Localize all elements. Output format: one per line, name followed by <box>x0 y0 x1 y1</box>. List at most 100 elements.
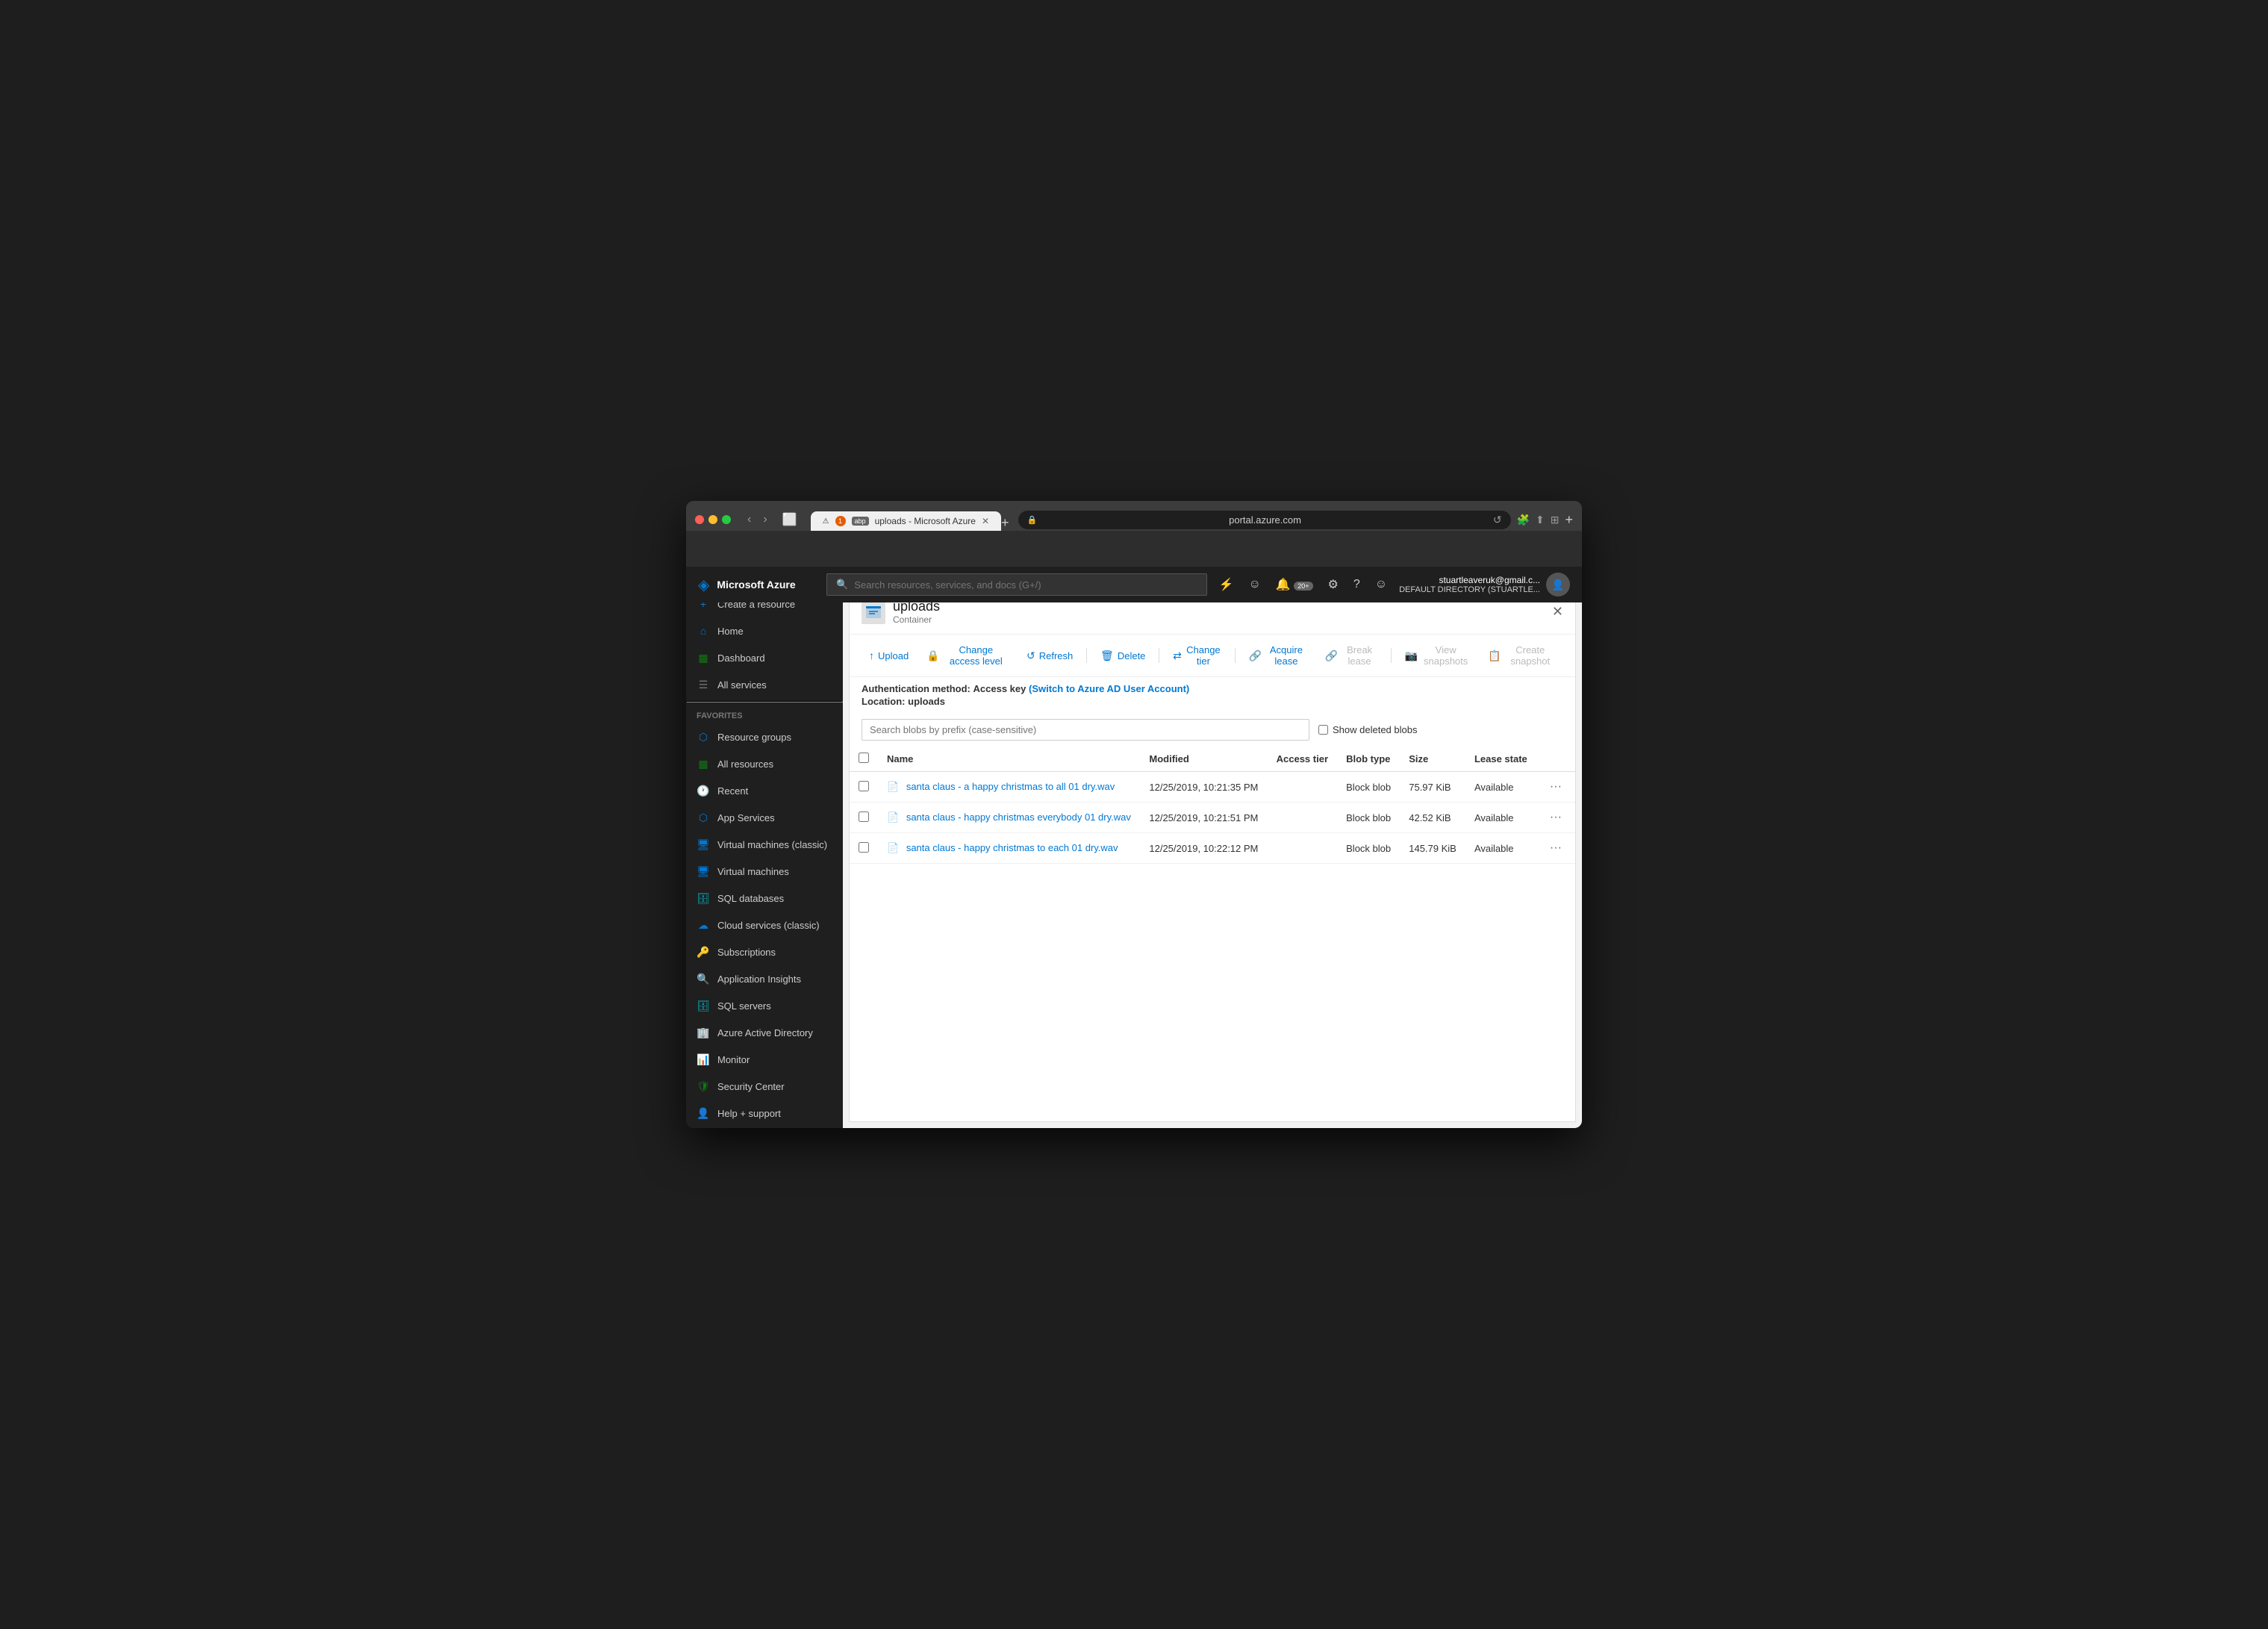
sidebar-item-all-resources[interactable]: ▦ All resources <box>686 750 843 777</box>
auth-method-link[interactable]: (Switch to Azure AD User Account) <box>1029 683 1189 694</box>
sidebar-item-all-services[interactable]: ☰ All services <box>686 671 843 698</box>
col-blob-type[interactable]: Blob type <box>1337 747 1400 772</box>
search-input[interactable] <box>854 579 1197 591</box>
blob-table-body: 📄 santa claus - a happy christmas to all… <box>850 772 1575 864</box>
blob-name-link-1[interactable]: santa claus - happy christmas everybody … <box>906 812 1131 823</box>
sidebar-item-label: Application Insights <box>717 974 801 985</box>
tab-extension-badge: abp <box>852 517 869 526</box>
sidebar-item-app-services[interactable]: ⬡ App Services <box>686 804 843 831</box>
break-lease-button[interactable]: 🔗 Break lease <box>1318 641 1385 670</box>
blob-table: Name Modified Access tier Blob type Size… <box>850 747 1575 1121</box>
break-lease-icon: 🔗 <box>1325 650 1338 662</box>
sidebar-item-help-support[interactable]: 👤 Help + support <box>686 1100 843 1127</box>
sidebar-item-monitor[interactable]: 📊 Monitor <box>686 1046 843 1073</box>
new-window-button[interactable]: + <box>1565 512 1573 528</box>
change-tier-icon: ⇄ <box>1173 650 1182 662</box>
create-snapshot-button[interactable]: 📋 Create snapshot <box>1480 641 1563 670</box>
active-tab[interactable]: ⚠ 1 abp uploads - Microsoft Azure ✕ <box>811 511 1001 531</box>
row-checkbox-2[interactable] <box>859 842 869 853</box>
refresh-button[interactable]: ↺ <box>1493 514 1502 526</box>
minimize-button[interactable] <box>708 515 717 524</box>
sidebar-item-cloud-services[interactable]: ☁ Cloud services (classic) <box>686 912 843 938</box>
sidebar-item-label: Virtual machines (classic) <box>717 839 827 850</box>
sidebar-item-application-insights[interactable]: 🔍 Application Insights <box>686 965 843 992</box>
row-checkbox-0[interactable] <box>859 781 869 791</box>
azure-logo-area: ◈ Microsoft Azure <box>698 576 817 594</box>
acquire-lease-button[interactable]: 🔗 Acquire lease <box>1242 641 1315 670</box>
row-blob-type-2: Block blob <box>1337 833 1400 864</box>
sidebar-item-virtual-machines[interactable]: 🖥 Virtual machines <box>686 858 843 885</box>
settings-button[interactable]: ⚙ <box>1325 574 1342 595</box>
sidebar-item-vm-classic[interactable]: 🖥 Virtual machines (classic) <box>686 831 843 858</box>
view-snapshots-icon: 📷 <box>1405 650 1418 662</box>
panel-close-button[interactable]: ✕ <box>1552 604 1563 620</box>
col-modified[interactable]: Modified <box>1140 747 1267 772</box>
user-area[interactable]: stuartleaveruk@gmail.c... DEFAULT DIRECT… <box>1399 573 1570 597</box>
row-blob-type-0: Block blob <box>1337 772 1400 803</box>
sidebar-item-resource-groups[interactable]: ⬡ Resource groups <box>686 723 843 750</box>
sidebar-item-advisor[interactable]: ⭐ Advisor <box>686 1127 843 1128</box>
lock-icon: 🔒 <box>1027 515 1038 525</box>
upload-button[interactable]: ↑ Upload <box>862 646 916 665</box>
blob-search-input[interactable] <box>862 719 1309 741</box>
table-header: Name Modified Access tier Blob type Size… <box>850 747 1575 772</box>
show-deleted-label[interactable]: Show deleted blobs <box>1318 724 1417 735</box>
col-lease-state[interactable]: Lease state <box>1465 747 1536 772</box>
row-lease-state-2: Available <box>1465 833 1536 864</box>
sidebar-item-sql-databases[interactable]: 🗄 SQL databases <box>686 885 843 912</box>
col-access-tier[interactable]: Access tier <box>1268 747 1338 772</box>
blob-name-link-0[interactable]: santa claus - a happy christmas to all 0… <box>906 781 1115 792</box>
create-snapshot-icon: 📋 <box>1488 650 1501 662</box>
maximize-button[interactable] <box>722 515 731 524</box>
azure-logo-icon: ◈ <box>698 576 709 594</box>
help-button[interactable]: ? <box>1350 575 1363 594</box>
extensions-button[interactable]: 🧩 <box>1517 514 1530 526</box>
feedback-button[interactable]: ☺ <box>1246 575 1264 594</box>
add-tab-button[interactable]: + <box>1001 515 1009 531</box>
refresh-button[interactable]: ↺ Refresh <box>1019 646 1080 666</box>
row-more-2: ··· <box>1536 833 1575 864</box>
all-resources-icon: ▦ <box>697 757 710 770</box>
sidebar-item-azure-ad[interactable]: 🏢 Azure Active Directory <box>686 1019 843 1046</box>
more-options-button-1[interactable]: ··· <box>1545 809 1566 826</box>
new-tab-button[interactable]: ⊞ <box>1551 514 1560 526</box>
sidebar-item-sql-servers[interactable]: 🗄 SQL servers <box>686 992 843 1019</box>
row-blob-type-1: Block blob <box>1337 803 1400 833</box>
close-button[interactable] <box>695 515 704 524</box>
show-deleted-checkbox[interactable] <box>1318 725 1328 735</box>
sidebar-item-dashboard[interactable]: ▦ Dashboard <box>686 644 843 671</box>
azure-search-bar[interactable]: 🔍 <box>826 573 1207 596</box>
sidebar-item-subscriptions[interactable]: 🔑 Subscriptions <box>686 938 843 965</box>
notifications-button[interactable]: 🔔 20+ <box>1273 574 1316 595</box>
share-button[interactable]: ⬆ <box>1536 514 1545 526</box>
change-access-button[interactable]: 🔒 Change access level <box>919 641 1016 670</box>
col-size[interactable]: Size <box>1400 747 1465 772</box>
topbar-actions: ⚡ ☺ 🔔 20+ ⚙ ? ☺ stuartleaveruk@gmail.c..… <box>1216 573 1570 597</box>
azure-ad-icon: 🏢 <box>697 1026 710 1039</box>
more-options-button-2[interactable]: ··· <box>1545 840 1566 856</box>
sidebar-toggle-button[interactable]: ⬜ <box>778 511 802 529</box>
user-avatar[interactable]: 👤 <box>1546 573 1570 597</box>
smiley-button[interactable]: ☺ <box>1372 575 1390 594</box>
col-checkbox <box>850 747 878 772</box>
view-snapshots-button[interactable]: 📷 View snapshots <box>1398 641 1477 670</box>
delete-button[interactable]: 🗑 Delete <box>1093 646 1153 666</box>
browser-actions: 🧩 ⬆ ⊞ + <box>1517 512 1573 528</box>
select-all-checkbox[interactable] <box>859 753 869 763</box>
col-name[interactable]: Name <box>878 747 1140 772</box>
application-insights-icon: 🔍 <box>697 972 710 985</box>
sidebar-item-security-center[interactable]: 🛡 Security Center <box>686 1073 843 1100</box>
forward-button[interactable]: › <box>758 511 771 528</box>
more-options-button-0[interactable]: ··· <box>1545 779 1566 795</box>
sidebar-item-label: Subscriptions <box>717 947 776 958</box>
blob-name-link-2[interactable]: santa claus - happy christmas to each 01… <box>906 842 1118 853</box>
sidebar-item-recent[interactable]: 🕐 Recent <box>686 777 843 804</box>
address-bar[interactable]: 🔒 portal.azure.com ↺ <box>1018 511 1511 529</box>
sidebar-item-home[interactable]: ⌂ Home <box>686 617 843 644</box>
cloud-shell-button[interactable]: ⚡ <box>1216 574 1237 595</box>
change-tier-button[interactable]: ⇄ Change tier <box>1165 641 1229 670</box>
tab-close-button[interactable]: ✕ <box>982 516 989 526</box>
back-button[interactable]: ‹ <box>743 511 756 528</box>
file-icon: 📄 <box>887 812 899 823</box>
row-checkbox-1[interactable] <box>859 812 869 822</box>
